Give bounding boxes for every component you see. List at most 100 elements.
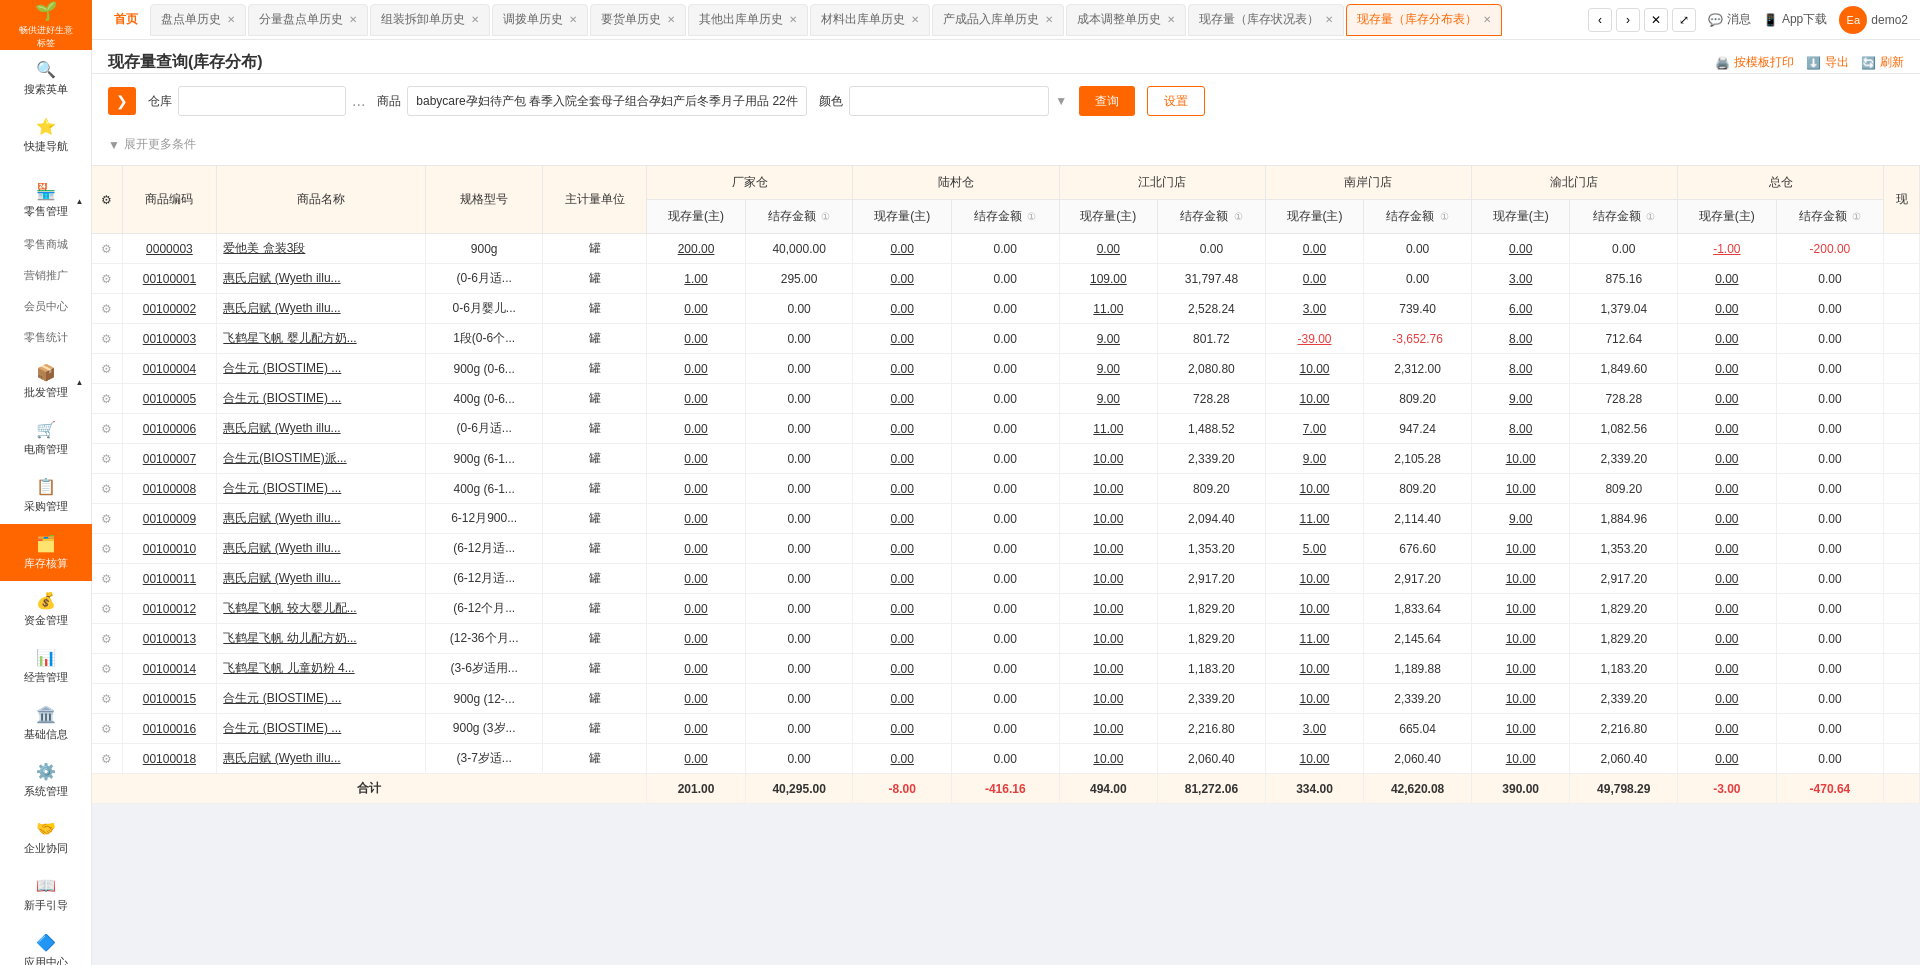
yubei-qty-cell[interactable]: 3.00 (1471, 264, 1570, 294)
code-cell[interactable]: 00100009 (122, 504, 217, 534)
code-cell[interactable]: 00100001 (122, 264, 217, 294)
close-icon[interactable]: ✕ (789, 14, 797, 25)
lucun-qty-cell[interactable]: 0.00 (853, 474, 952, 504)
code-cell[interactable]: 00100003 (122, 324, 217, 354)
yubei-qty-cell[interactable]: 10.00 (1471, 444, 1570, 474)
lucun-amt-info[interactable]: ① (1027, 211, 1036, 222)
yubei-qty-cell[interactable]: 10.00 (1471, 744, 1570, 774)
yubei-qty-cell[interactable]: 0.00 (1471, 234, 1570, 264)
lucun-qty-cell[interactable]: 0.00 (853, 234, 952, 264)
nanan-qty-cell[interactable]: 11.00 (1265, 624, 1364, 654)
nanan-amt-info[interactable]: ① (1440, 211, 1449, 222)
yubei-qty-cell[interactable]: 10.00 (1471, 564, 1570, 594)
jiangbei-qty-cell[interactable]: 10.00 (1059, 744, 1158, 774)
close-icon[interactable]: ✕ (471, 14, 479, 25)
factory-qty-cell[interactable]: 0.00 (647, 654, 746, 684)
code-cell[interactable]: 00100002 (122, 294, 217, 324)
lucun-qty-cell[interactable]: 0.00 (853, 354, 952, 384)
name-cell[interactable]: 合生元 (BIOSTIME) ... (217, 684, 426, 714)
yubei-qty-cell[interactable]: 8.00 (1471, 354, 1570, 384)
code-cell[interactable]: 00100008 (122, 474, 217, 504)
sidebar-item-wholesale[interactable]: 📦 批发管理 (0, 353, 92, 410)
lucun-qty-cell[interactable]: 0.00 (853, 744, 952, 774)
code-cell[interactable]: 0000003 (122, 234, 217, 264)
factory-amt-info[interactable]: ① (821, 211, 830, 222)
nanan-qty-cell[interactable]: 0.00 (1265, 234, 1364, 264)
jiangbei-qty-cell[interactable]: 9.00 (1059, 384, 1158, 414)
yubei-amt-info[interactable]: ① (1646, 211, 1655, 222)
tab-stockcheck[interactable]: 盘点单历史 ✕ (150, 4, 246, 36)
color-dropdown-icon[interactable]: ▼ (1055, 94, 1067, 108)
code-cell[interactable]: 00100010 (122, 534, 217, 564)
tab-home[interactable]: 首页 (104, 4, 148, 36)
factory-qty-cell[interactable]: 0.00 (647, 504, 746, 534)
jiangbei-qty-cell[interactable]: 10.00 (1059, 624, 1158, 654)
name-cell[interactable]: 合生元 (BIOSTIME) ... (217, 474, 426, 504)
name-cell[interactable]: 惠氏启赋 (Wyeth illu... (217, 294, 426, 324)
lucun-qty-cell[interactable]: 0.00 (853, 384, 952, 414)
tab-stockstatus[interactable]: 现存量（库存状况表） ✕ (1188, 4, 1344, 36)
factory-qty-cell[interactable]: 0.00 (647, 294, 746, 324)
factory-qty-cell[interactable]: 0.00 (647, 534, 746, 564)
jiangbei-qty-cell[interactable]: 10.00 (1059, 714, 1158, 744)
settings-cell[interactable]: ⚙ (92, 264, 122, 294)
factory-qty-cell[interactable]: 200.00 (647, 234, 746, 264)
total-qty-cell[interactable]: 0.00 (1678, 264, 1777, 294)
settings-col-header[interactable]: ⚙ (92, 166, 122, 234)
sidebar-item-finance[interactable]: 💰 资金管理 (0, 581, 92, 638)
tab-productsin[interactable]: 产成品入库单历史 ✕ (932, 4, 1064, 36)
sidebar-item-system[interactable]: ⚙️ 系统管理 (0, 752, 92, 809)
factory-qty-cell[interactable]: 1.00 (647, 264, 746, 294)
tab-transfer[interactable]: 调拨单历史 ✕ (492, 4, 588, 36)
jiangbei-qty-cell[interactable]: 10.00 (1059, 654, 1158, 684)
lucun-qty-cell[interactable]: 0.00 (853, 564, 952, 594)
tab-stockdist[interactable]: 现存量（库存分布表） ✕ (1346, 4, 1502, 36)
total-qty-cell[interactable]: 0.00 (1678, 354, 1777, 384)
print-btn[interactable]: 🖨️ 按模板打印 (1715, 54, 1794, 71)
lucun-qty-cell[interactable]: 0.00 (853, 624, 952, 654)
factory-qty-cell[interactable]: 0.00 (647, 714, 746, 744)
refresh-btn[interactable]: 🔄 刷新 (1861, 54, 1904, 71)
color-input[interactable] (849, 86, 1049, 116)
code-cell[interactable]: 00100014 (122, 654, 217, 684)
lucun-qty-cell[interactable]: 0.00 (853, 324, 952, 354)
query-button[interactable]: 查询 (1079, 86, 1135, 116)
settings-cell[interactable]: ⚙ (92, 324, 122, 354)
code-cell[interactable]: 00100018 (122, 744, 217, 774)
total-qty-cell[interactable]: 0.00 (1678, 444, 1777, 474)
name-cell[interactable]: 飞鹤星飞帆 幼儿配方奶... (217, 624, 426, 654)
sidebar-item-retail[interactable]: 🏪 零售管理 (0, 172, 92, 229)
factory-qty-cell[interactable]: 0.00 (647, 444, 746, 474)
name-cell[interactable]: 惠氏启赋 (Wyeth illu... (217, 504, 426, 534)
settings-cell[interactable]: ⚙ (92, 534, 122, 564)
factory-qty-cell[interactable]: 0.00 (647, 324, 746, 354)
sidebar-sub-retail-mall[interactable]: 零售商城 (0, 229, 92, 260)
factory-qty-cell[interactable]: 0.00 (647, 474, 746, 504)
lucun-qty-cell[interactable]: 0.00 (853, 504, 952, 534)
jiangbei-qty-cell[interactable]: 10.00 (1059, 684, 1158, 714)
nanan-qty-cell[interactable]: 10.00 (1265, 744, 1364, 774)
lucun-qty-cell[interactable]: 0.00 (853, 294, 952, 324)
warehouse-ellipsis[interactable]: ... (352, 92, 365, 110)
total-qty-cell[interactable]: 0.00 (1678, 594, 1777, 624)
goods-input[interactable] (407, 86, 807, 116)
name-cell[interactable]: 合生元 (BIOSTIME) ... (217, 714, 426, 744)
close-tab-btn[interactable]: ✕ (1644, 8, 1668, 32)
settings-cell[interactable]: ⚙ (92, 714, 122, 744)
settings-cell[interactable]: ⚙ (92, 474, 122, 504)
tab-assembly[interactable]: 组装拆卸单历史 ✕ (370, 4, 490, 36)
nanan-qty-cell[interactable]: 9.00 (1265, 444, 1364, 474)
lucun-qty-cell[interactable]: 0.00 (853, 594, 952, 624)
sidebar-item-purchase[interactable]: 📋 采购管理 (0, 467, 92, 524)
name-cell[interactable]: 合生元(BIOSTIME)派... (217, 444, 426, 474)
settings-cell[interactable]: ⚙ (92, 504, 122, 534)
total-qty-cell[interactable]: 0.00 (1678, 624, 1777, 654)
sidebar-item-corp[interactable]: 🤝 企业协同 (0, 809, 92, 866)
nanan-qty-cell[interactable]: 3.00 (1265, 714, 1364, 744)
close-icon[interactable]: ✕ (227, 14, 235, 25)
settings-button[interactable]: 设置 (1147, 86, 1205, 116)
settings-cell[interactable]: ⚙ (92, 654, 122, 684)
name-cell[interactable]: 合生元 (BIOSTIME) ... (217, 354, 426, 384)
prev-arrow[interactable]: ‹ (1588, 8, 1612, 32)
nanan-qty-cell[interactable]: 11.00 (1265, 504, 1364, 534)
